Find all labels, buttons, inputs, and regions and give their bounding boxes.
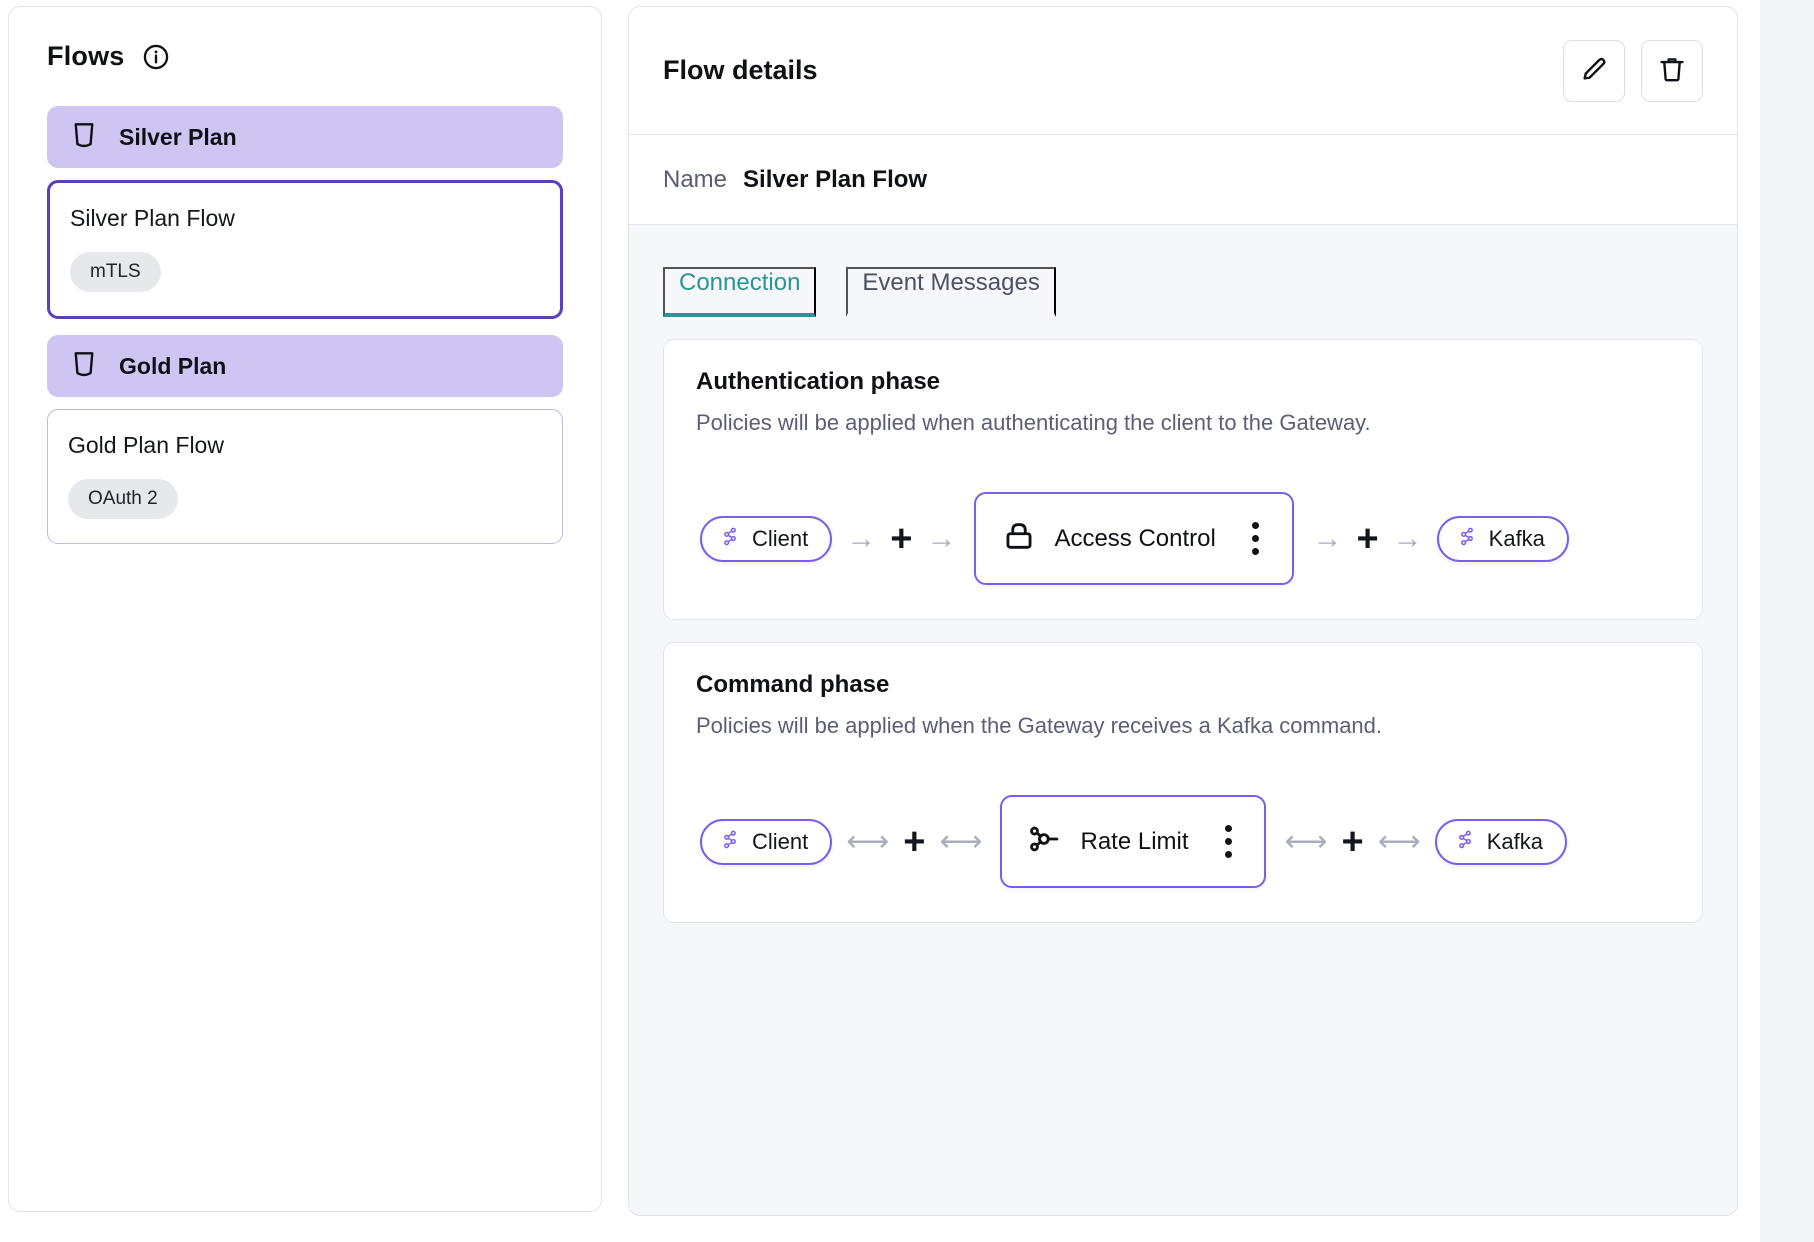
lock-icon: [1002, 519, 1036, 558]
kebab-menu-icon[interactable]: [1234, 518, 1269, 559]
arrow-icon: →: [926, 521, 957, 555]
flow-details-panel: Flow details Name Silver Plan Flow Conne…: [628, 6, 1738, 1216]
edit-button[interactable]: [1563, 39, 1625, 102]
graph-node-icon: [720, 526, 740, 552]
flow-details-actions: [1563, 39, 1703, 102]
phase-title: Command phase: [696, 671, 890, 698]
app-root: Flows Silver Plan Silver Plan Flow mTLS …: [0, 0, 1814, 1242]
plan-header-gold-plan[interactable]: Gold Plan: [47, 335, 563, 397]
graph-node-icon: [720, 829, 740, 855]
plan-header-silver-plan[interactable]: Silver Plan: [47, 106, 563, 168]
bidirectional-arrow-icon: ⟷: [1377, 824, 1421, 858]
flow-name-value: Silver Plan Flow: [743, 165, 928, 193]
flow-card-title: Gold Plan Flow: [68, 432, 224, 458]
info-circle-icon[interactable]: [142, 43, 170, 71]
add-policy-button[interactable]: +: [1342, 823, 1364, 861]
flow-chain-authentication: Client → + → Access Control → + → Kafka: [696, 492, 1670, 585]
policy-label: Access Control: [1054, 524, 1216, 552]
phase-title: Authentication phase: [696, 368, 941, 395]
add-policy-button[interactable]: +: [890, 520, 912, 558]
shield-icon: [69, 349, 99, 384]
delete-button[interactable]: [1641, 39, 1703, 102]
phase-description: Policies will be applied when authentica…: [696, 410, 1371, 435]
phase-description: Policies will be applied when the Gatewa…: [696, 713, 1383, 738]
bidirectional-arrow-icon: ⟷: [846, 824, 890, 858]
graph-node-icon: [1457, 526, 1477, 552]
flow-tag: mTLS: [70, 252, 161, 292]
flow-details-header: Flow details: [629, 7, 1737, 135]
plan-group-silver: Silver Plan Silver Plan Flow mTLS: [47, 106, 563, 319]
arrow-icon: →: [846, 521, 877, 555]
endpoint-client[interactable]: Client: [700, 515, 833, 562]
bidirectional-arrow-icon: ⟷: [939, 824, 983, 858]
flow-details-title: Flow details: [663, 55, 818, 85]
arrow-icon: →: [1312, 521, 1343, 555]
endpoint-label: Kafka: [1488, 525, 1545, 551]
flow-name-label: Name: [663, 165, 728, 193]
flow-card-title: Silver Plan Flow: [70, 205, 235, 231]
policy-access-control[interactable]: Access Control: [974, 492, 1295, 585]
flow-chain-command: Client ⟷ + ⟷ Rate Limit ⟷ + ⟷ Kafka: [696, 795, 1670, 888]
tab-connection[interactable]: Connection: [663, 267, 817, 317]
endpoint-label: Client: [752, 828, 809, 854]
graph-node-icon: [1455, 829, 1475, 855]
phase-card-authentication: Authentication phase Policies will be ap…: [663, 339, 1703, 620]
kebab-menu-icon[interactable]: [1207, 821, 1242, 862]
flow-card-silver-plan-flow[interactable]: Silver Plan Flow mTLS: [47, 180, 563, 319]
flow-tag: OAuth 2: [68, 479, 178, 519]
bidirectional-arrow-icon: ⟷: [1284, 824, 1328, 858]
details-tabs: Connection Event Messages: [629, 225, 1737, 317]
phase-card-command: Command phase Policies will be applied w…: [663, 642, 1703, 923]
add-policy-button[interactable]: +: [1356, 520, 1378, 558]
endpoint-client[interactable]: Client: [700, 818, 833, 865]
endpoint-label: Client: [752, 525, 809, 551]
plan-group-gold: Gold Plan Gold Plan Flow OAuth 2: [47, 335, 563, 544]
trash-icon: [1657, 54, 1687, 87]
arrow-icon: →: [1392, 521, 1423, 555]
add-policy-button[interactable]: +: [903, 823, 925, 861]
flows-panel: Flows Silver Plan Silver Plan Flow mTLS …: [8, 6, 602, 1212]
endpoint-kafka[interactable]: Kafka: [1436, 515, 1569, 562]
tab-event-messages[interactable]: Event Messages: [846, 267, 1056, 317]
flow-name-row: Name Silver Plan Flow: [629, 135, 1737, 225]
flows-header: Flows: [47, 41, 563, 72]
endpoint-label: Kafka: [1486, 828, 1543, 854]
flow-card-gold-plan-flow[interactable]: Gold Plan Flow OAuth 2: [47, 409, 563, 544]
share-network-icon: [1028, 822, 1062, 861]
endpoint-kafka[interactable]: Kafka: [1434, 818, 1567, 865]
policy-label: Rate Limit: [1080, 827, 1189, 855]
page-title: Flows: [47, 41, 125, 71]
plan-name-label: Silver Plan: [119, 123, 237, 150]
shield-icon: [69, 120, 99, 155]
pencil-icon: [1579, 54, 1609, 87]
right-gutter: [1760, 0, 1814, 1242]
plan-name-label: Gold Plan: [119, 352, 227, 379]
policy-rate-limit[interactable]: Rate Limit: [1000, 795, 1267, 888]
